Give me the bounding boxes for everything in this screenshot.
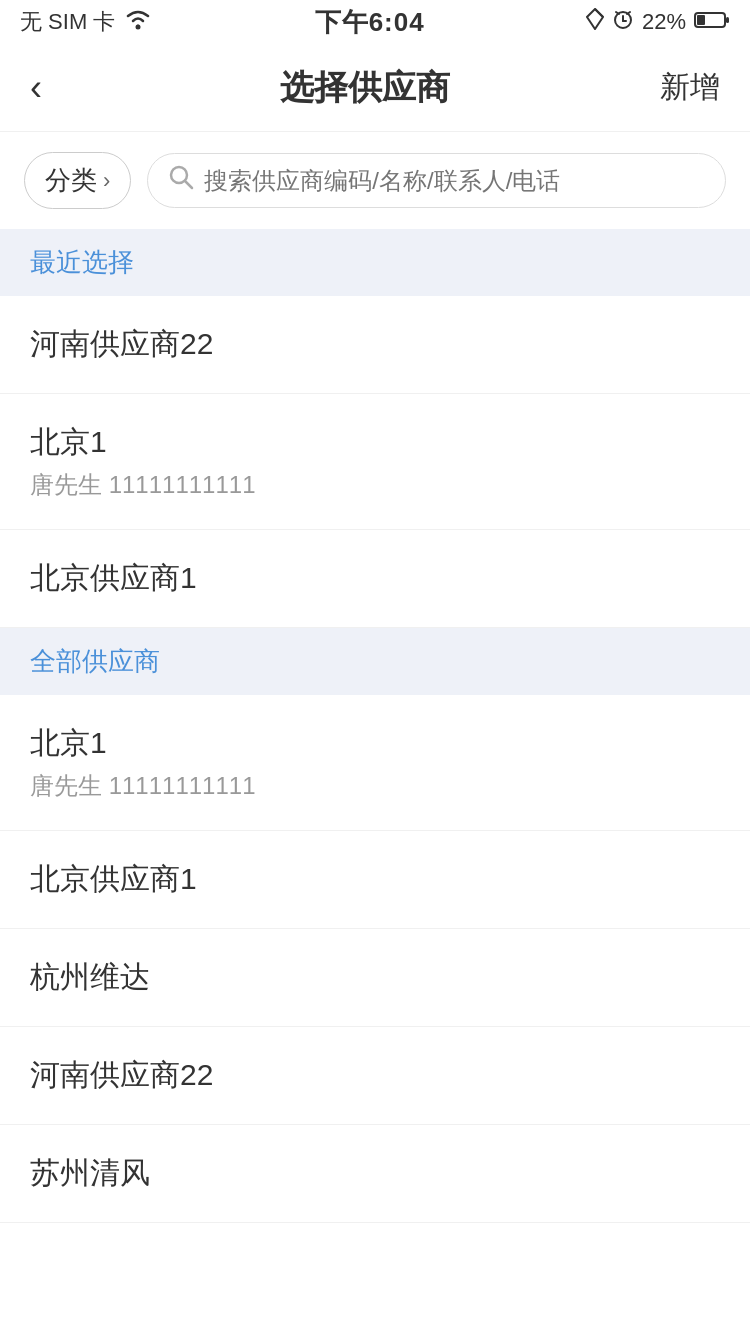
- nav-bar: ‹ 选择供应商 新增: [0, 44, 750, 132]
- location-icon: [586, 8, 604, 36]
- list-item[interactable]: 北京供应商1: [0, 530, 750, 628]
- search-icon: [168, 164, 194, 197]
- battery-percent: 22%: [642, 9, 686, 35]
- all-section-header: 全部供应商: [0, 628, 750, 695]
- back-button[interactable]: ‹: [30, 67, 90, 109]
- category-button[interactable]: 分类 ›: [24, 152, 131, 209]
- svg-point-0: [136, 25, 141, 30]
- alarm-icon: [612, 8, 634, 36]
- status-time: 下午6:04: [315, 5, 425, 40]
- chevron-right-icon: ›: [103, 168, 110, 194]
- item-name: 河南供应商22: [30, 324, 720, 365]
- filter-row: 分类 ›: [0, 132, 750, 229]
- recent-list: 河南供应商22 北京1 唐先生 11111111111 北京供应商1: [0, 296, 750, 628]
- wifi-icon: [123, 8, 153, 36]
- no-sim-text: 无 SIM 卡: [20, 7, 115, 37]
- item-name: 杭州维达: [30, 957, 720, 998]
- category-label: 分类: [45, 163, 97, 198]
- recent-section-title: 最近选择: [30, 247, 134, 277]
- add-button[interactable]: 新增: [640, 67, 720, 108]
- page-title: 选择供应商: [280, 65, 450, 111]
- list-item[interactable]: 河南供应商22: [0, 1027, 750, 1125]
- search-input[interactable]: [204, 167, 705, 195]
- item-name: 苏州清风: [30, 1153, 720, 1194]
- all-section-title: 全部供应商: [30, 646, 160, 676]
- status-right: 22%: [586, 8, 730, 36]
- list-item[interactable]: 苏州清风: [0, 1125, 750, 1223]
- list-item[interactable]: 北京供应商1: [0, 831, 750, 929]
- list-item[interactable]: 杭州维达: [0, 929, 750, 1027]
- item-name: 河南供应商22: [30, 1055, 720, 1096]
- recent-section-header: 最近选择: [0, 229, 750, 296]
- status-left: 无 SIM 卡: [20, 7, 153, 37]
- item-name: 北京1: [30, 723, 720, 764]
- item-sub: 唐先生 11111111111: [30, 770, 720, 802]
- svg-rect-7: [726, 17, 729, 23]
- list-item[interactable]: 北京1 唐先生 11111111111: [0, 695, 750, 831]
- item-name: 北京供应商1: [30, 558, 720, 599]
- status-bar: 无 SIM 卡 下午6:04: [0, 0, 750, 44]
- item-name: 北京1: [30, 422, 720, 463]
- list-item[interactable]: 河南供应商22: [0, 296, 750, 394]
- svg-line-10: [185, 181, 192, 188]
- list-item[interactable]: 北京1 唐先生 11111111111: [0, 394, 750, 530]
- item-name: 北京供应商1: [30, 859, 720, 900]
- battery-icon: [694, 9, 730, 35]
- search-box[interactable]: [147, 153, 726, 208]
- all-list: 北京1 唐先生 11111111111 北京供应商1 杭州维达河南供应商22 苏州清风: [0, 695, 750, 1223]
- item-sub: 唐先生 11111111111: [30, 469, 720, 501]
- svg-rect-8: [697, 15, 705, 25]
